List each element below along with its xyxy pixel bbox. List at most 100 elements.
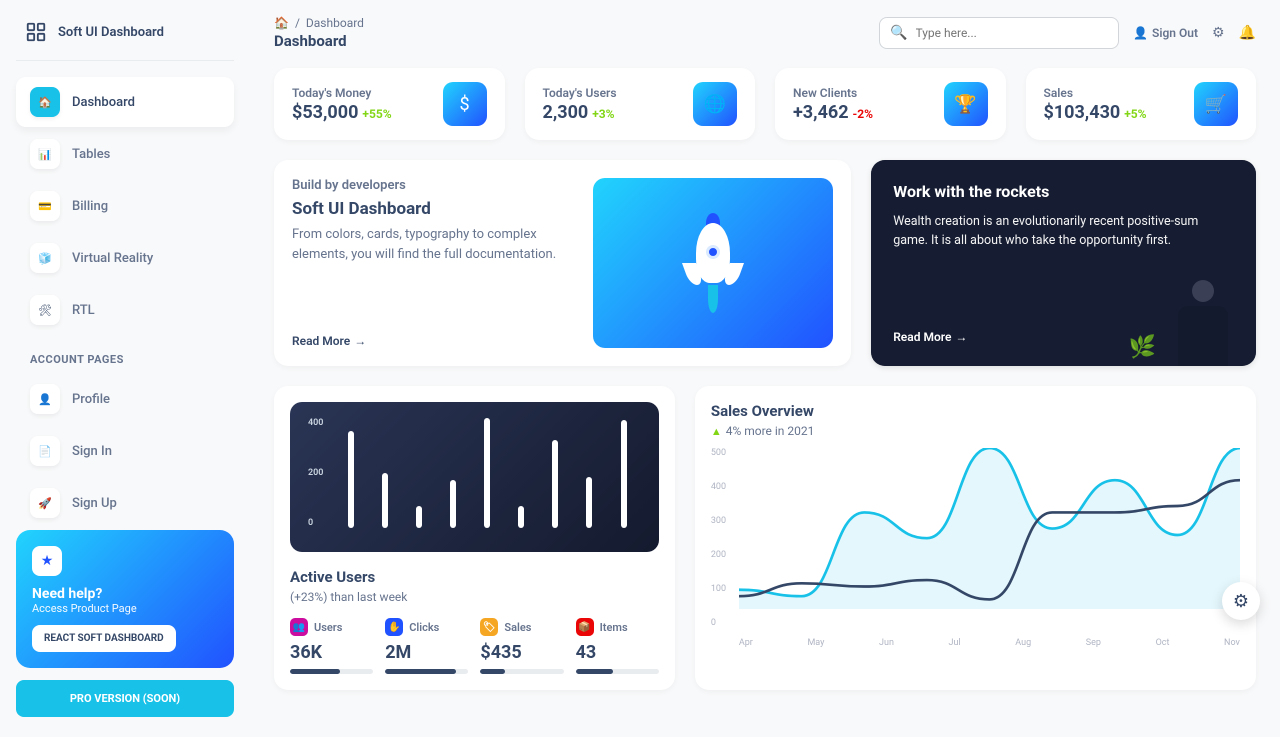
stat-label: New Clients (793, 86, 873, 100)
sidebar-item-vr[interactable]: 🧊 Virtual Reality (16, 233, 234, 283)
mini-stat: 👥 Users 36K (290, 618, 373, 674)
bar (450, 480, 456, 528)
sidebar-item-label: Billing (72, 199, 108, 214)
plant-icon: 🌿 (1129, 335, 1156, 360)
sidebar-item-profile[interactable]: 👤 Profile (16, 374, 234, 424)
bar (484, 418, 490, 528)
mini-icon: 👥 (290, 618, 308, 636)
mini-value: 43 (576, 642, 659, 663)
bar (552, 440, 558, 528)
sidebar-item-signup[interactable]: 🚀 Sign Up (16, 478, 234, 528)
help-card: ★ Need help? Access Product Page REACT S… (16, 530, 234, 668)
stat-delta: +55% (362, 107, 391, 121)
sidebar-item-billing[interactable]: 💳 Billing (16, 181, 234, 231)
bar (382, 473, 388, 528)
mini-value: 36K (290, 642, 373, 663)
mini-label: Users (314, 621, 342, 634)
active-users-sub: (+23%) than last week (290, 590, 659, 604)
active-users-title: Active Users (290, 568, 659, 586)
sidebar-item-label: RTL (72, 303, 95, 318)
bar (586, 477, 592, 528)
tables-icon: 📊 (30, 139, 60, 169)
mini-progress (385, 669, 468, 674)
rockets-title: Work with the rockets (893, 182, 1234, 201)
settings-fab[interactable]: ⚙ (1222, 582, 1260, 620)
feature-title: Soft UI Dashboard (292, 199, 573, 219)
billing-icon: 💳 (30, 191, 60, 221)
signup-icon: 🚀 (30, 488, 60, 518)
search-input[interactable]: 🔍 (879, 17, 1119, 49)
stat-value: +3,462-2% (793, 102, 873, 123)
mini-icon: ✋ (385, 618, 403, 636)
bar (416, 506, 422, 528)
mini-label: Clicks (409, 621, 439, 634)
bar (518, 506, 524, 528)
readmore-link[interactable]: Read More → (292, 334, 573, 348)
sidebar-item-label: Virtual Reality (72, 251, 153, 266)
mini-icon: 📦 (576, 618, 594, 636)
sidebar-item-label: Dashboard (72, 95, 135, 110)
stat-delta: +5% (1124, 107, 1146, 121)
bell-icon[interactable]: 🔔 (1239, 25, 1256, 41)
sales-sub: 4% more in 2021 (726, 424, 815, 438)
stat-value: $103,430+5% (1044, 102, 1147, 123)
sidebar-item-tables[interactable]: 📊 Tables (16, 129, 234, 179)
signin-icon: 📄 (30, 436, 60, 466)
sidebar-item-label: Profile (72, 392, 110, 407)
arrow-right-icon: → (354, 334, 366, 348)
breadcrumb-current: Dashboard (306, 16, 364, 30)
stat-card: Today's Users 2,300+3% 🌐 (525, 68, 756, 140)
stat-label: Today's Money (292, 86, 392, 100)
brand-label: Soft UI Dashboard (58, 25, 164, 40)
search-field[interactable] (916, 26, 1109, 40)
page-title: Dashboard (274, 32, 364, 50)
stat-value: 2,300+3% (543, 102, 617, 123)
mini-stat: 📦Items 43 (576, 618, 659, 674)
sidebar-item-rtl[interactable]: 🛠 RTL (16, 285, 234, 335)
stat-label: Sales (1044, 86, 1147, 100)
mini-progress (480, 669, 563, 674)
feature-card: Build by developers Soft UI Dashboard Fr… (274, 160, 851, 366)
vr-icon: 🧊 (30, 243, 60, 273)
mini-value: $435 (480, 642, 563, 663)
stat-icon: 🏆 (944, 82, 988, 126)
user-icon: 👤 (1133, 26, 1148, 40)
sidebar-item-signin[interactable]: 📄 Sign In (16, 426, 234, 476)
stat-delta: +3% (592, 107, 614, 121)
person-silhouette (1168, 280, 1238, 366)
sidebar-item-label: Sign Up (72, 496, 117, 511)
mini-progress (290, 669, 373, 674)
mini-stat: ✋Clicks 2M (385, 618, 468, 674)
star-icon: ★ (32, 546, 62, 576)
sidebar-item-dashboard[interactable]: 🏠 Dashboard (16, 77, 234, 127)
feature-desc: From colors, cards, typography to comple… (292, 225, 573, 264)
active-users-card: 4002000 Active Users (+23%) than last we… (274, 386, 675, 690)
home-icon[interactable]: 🏠 (274, 16, 289, 30)
rocket-illustration (593, 178, 833, 348)
sidebar-item-label: Tables (72, 147, 110, 162)
sales-title: Sales Overview (711, 402, 1240, 420)
stat-delta: -2% (853, 107, 873, 121)
signout-button[interactable]: 👤 Sign Out (1133, 26, 1198, 40)
search-icon: 🔍 (890, 25, 907, 41)
stat-icon: 🛒 (1194, 82, 1238, 126)
home-icon: 🏠 (30, 87, 60, 117)
help-title: Need help? (32, 586, 218, 602)
breadcrumb: 🏠 / Dashboard (274, 16, 364, 30)
brand[interactable]: Soft UI Dashboard (16, 20, 234, 61)
main: 🏠 / Dashboard Dashboard 🔍 👤 Sign Out ⚙ 🔔 (250, 0, 1280, 737)
line-chart: 5004003002001000 AprMayJunJulAugSepOctNo… (711, 448, 1240, 648)
gear-icon[interactable]: ⚙ (1212, 25, 1225, 41)
arrow-up-icon: ▲ (711, 425, 722, 438)
sidebar-section-account: ACCOUNT PAGES (16, 337, 234, 374)
stat-label: Today's Users (543, 86, 617, 100)
mini-stat: 🏷Sales $435 (480, 618, 563, 674)
pro-version-button[interactable]: PRO VERSION (SOON) (16, 680, 234, 717)
mini-label: Sales (504, 621, 531, 634)
rockets-desc: Wealth creation is an evolutionarily rec… (893, 213, 1234, 251)
rtl-icon: 🛠 (30, 295, 60, 325)
help-button[interactable]: REACT SOFT DASHBOARD (32, 625, 176, 652)
brand-icon (24, 20, 48, 44)
feature-pre: Build by developers (292, 178, 573, 193)
stat-icon: $ (443, 82, 487, 126)
